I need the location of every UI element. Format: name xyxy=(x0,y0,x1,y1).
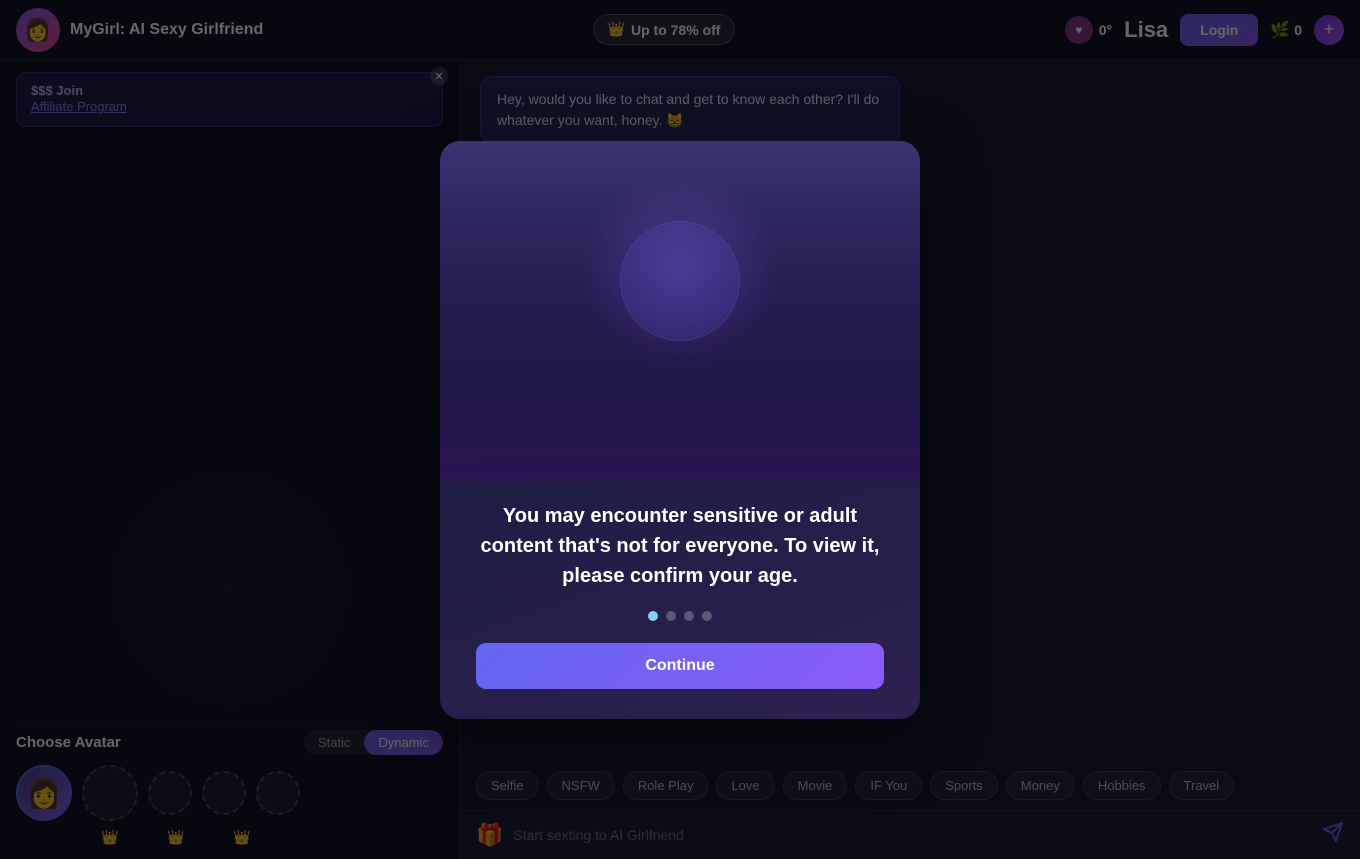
continue-button[interactable]: Continue xyxy=(476,643,884,689)
modal-text: You may encounter sensitive or adult con… xyxy=(476,501,884,591)
age-verification-modal: You may encounter sensitive or adult con… xyxy=(440,141,920,719)
modal-dot-4 xyxy=(702,611,712,621)
modal-dot-3 xyxy=(684,611,694,621)
modal-dot-1 xyxy=(648,611,658,621)
modal-image-area xyxy=(440,141,920,481)
modal-overlay: You may encounter sensitive or adult con… xyxy=(0,0,1360,859)
modal-dot-2 xyxy=(666,611,676,621)
modal-dots xyxy=(476,611,884,621)
modal-content: You may encounter sensitive or adult con… xyxy=(440,481,920,719)
